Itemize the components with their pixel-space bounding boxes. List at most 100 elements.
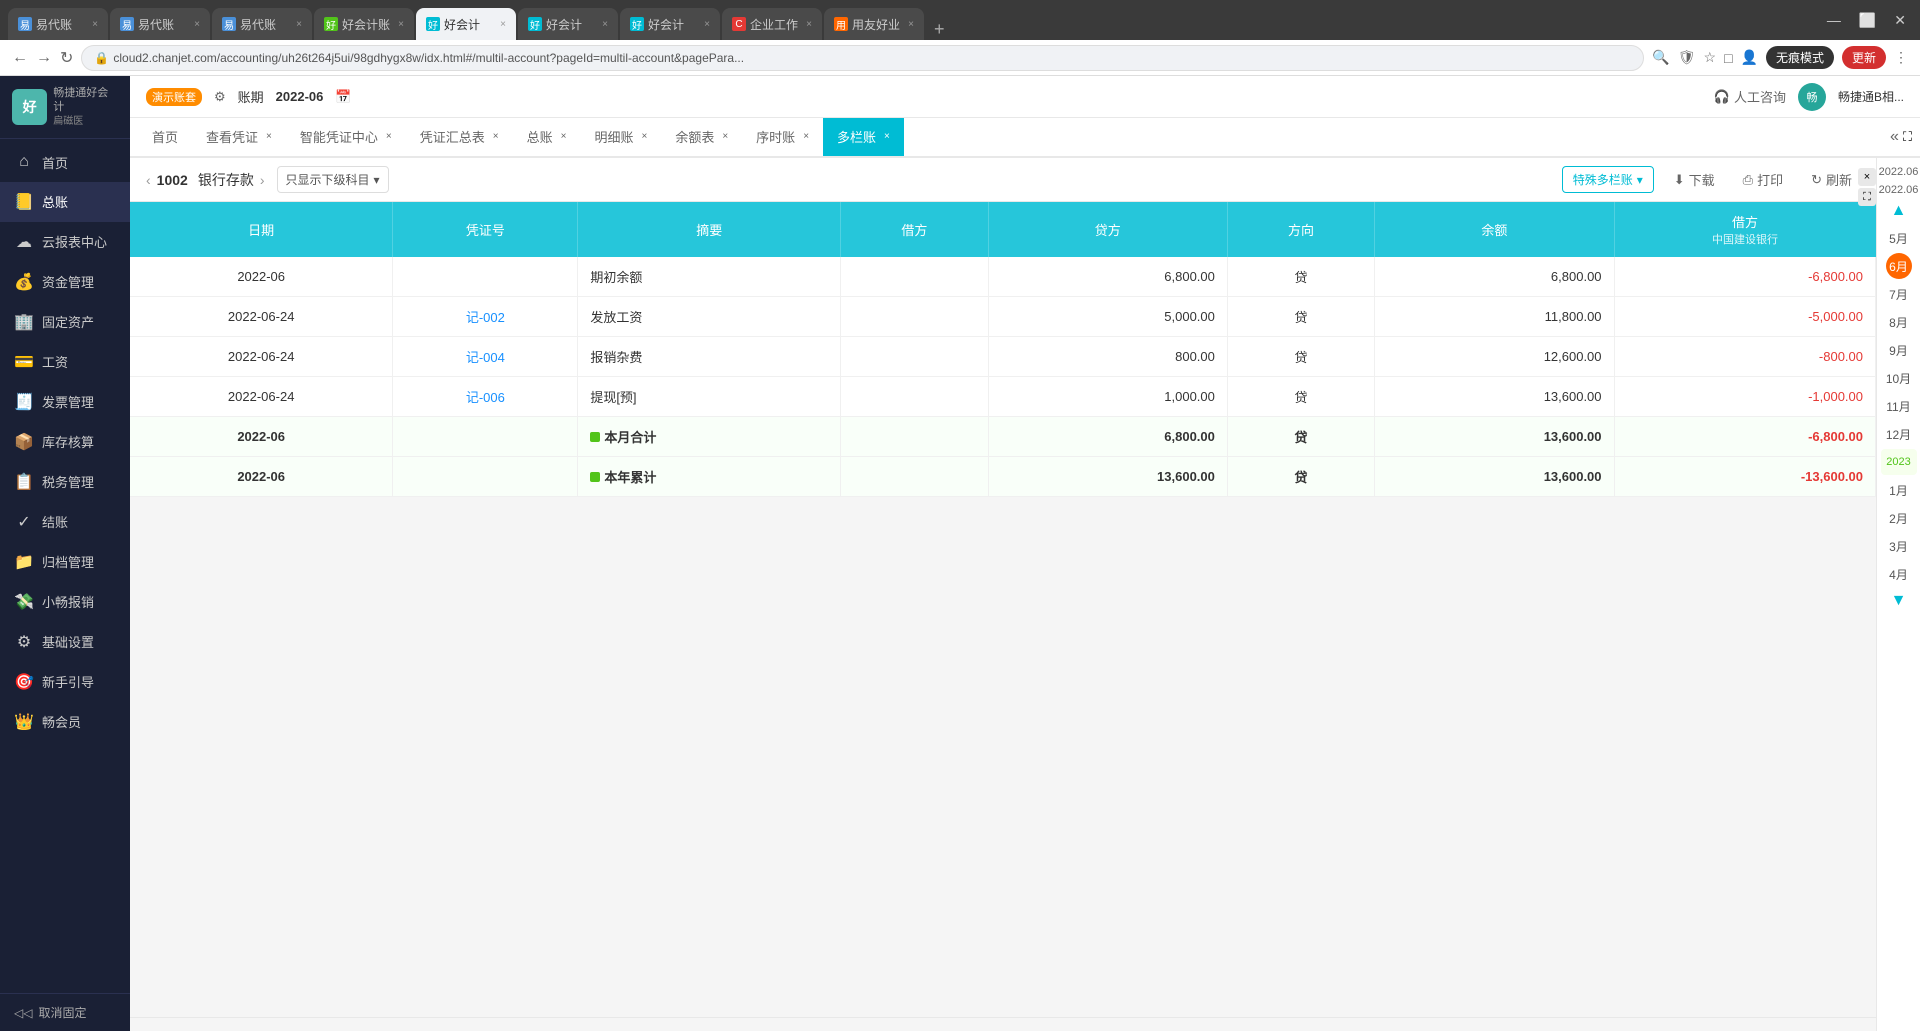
sidebar-item-home[interactable]: ⌂ 首页 <box>0 143 130 182</box>
tab-view-voucher-close[interactable]: × <box>266 131 272 142</box>
sidebar-item-member[interactable]: 👑 畅会员 <box>0 702 130 742</box>
browser-tab-4[interactable]: 好 好会计 × <box>416 8 516 40</box>
settings-gear-icon[interactable]: ⚙ <box>214 89 226 105</box>
tab-time-ledger-close[interactable]: × <box>803 131 809 142</box>
sidebar-item-ledger[interactable]: 📒 总账 <box>0 182 130 222</box>
month-item-10[interactable]: 10月 <box>1881 365 1917 391</box>
month-item-6[interactable]: 6月 <box>1886 253 1912 279</box>
sidebar-item-settings[interactable]: ⚙ 基础设置 <box>0 622 130 662</box>
tab-multi-column[interactable]: 多栏账 × <box>823 118 904 156</box>
star-icon[interactable]: ☆ <box>1704 49 1717 66</box>
month-item-2023-2[interactable]: 2月 <box>1881 505 1917 531</box>
url-bar[interactable]: 🔒 cloud2.chanjet.com/accounting/uh26t264… <box>81 45 1644 71</box>
browser-tab-2[interactable]: 易 易代账 × <box>212 8 312 40</box>
tab-detail-ledger-close[interactable]: × <box>641 131 647 142</box>
account-next-button[interactable]: › <box>260 172 265 188</box>
sidebar-item-tax[interactable]: 📋 税务管理 <box>0 462 130 502</box>
tab-close-7[interactable]: × <box>806 19 812 30</box>
tab-close-2[interactable]: × <box>296 19 302 30</box>
print-button[interactable]: ⎙ 打印 <box>1735 166 1791 193</box>
browser-tab-1[interactable]: 易 易代账 × <box>110 8 210 40</box>
calendar-icon[interactable]: 📅 <box>335 89 351 105</box>
tab-time-ledger[interactable]: 序时账 × <box>742 118 823 156</box>
browser-extension-icon[interactable]: □ <box>1724 50 1732 66</box>
reload-button[interactable]: ↻ <box>60 48 73 68</box>
browser-tab-8[interactable]: 用 用友好业 × <box>824 8 924 40</box>
settings-icon[interactable]: ⋮ <box>1894 49 1908 66</box>
shield-icon[interactable]: 🛡 <box>1678 49 1696 66</box>
cell-voucher-link[interactable]: 记-004 <box>393 337 578 377</box>
download-button[interactable]: ⬇ 下载 <box>1666 166 1723 193</box>
tab-home[interactable]: 首页 <box>138 118 192 156</box>
update-button[interactable]: 更新 <box>1842 46 1886 69</box>
special-multi-column-button[interactable]: 特殊多栏账 ▾ <box>1562 166 1654 193</box>
sidebar-item-invoice[interactable]: 🧾 发票管理 <box>0 382 130 422</box>
sub-account-filter[interactable]: 只显示下级科目 ▾ <box>277 166 389 193</box>
horizontal-scrollbar[interactable] <box>130 1017 1876 1031</box>
close-panel-button[interactable]: × <box>1858 168 1876 186</box>
month-item-7[interactable]: 7月 <box>1881 281 1917 307</box>
browser-tab-7[interactable]: C 企业工作 × <box>722 8 822 40</box>
sidebar-item-expense[interactable]: 💸 小畅报销 <box>0 582 130 622</box>
browser-tab-0[interactable]: 易 易代账 × <box>8 8 108 40</box>
month-item-2023-4[interactable]: 4月 <box>1881 561 1917 587</box>
help-button[interactable]: 🎧 人工咨询 <box>1714 87 1786 106</box>
user-profile-icon[interactable]: 👤 <box>1741 49 1758 66</box>
back-button[interactable]: ← <box>12 49 28 67</box>
tab-close-1[interactable]: × <box>194 19 200 30</box>
tab-close-6[interactable]: × <box>704 19 710 30</box>
search-icon[interactable]: 🔍 <box>1652 49 1669 66</box>
sidebar-item-assets[interactable]: 🏢 固定资产 <box>0 302 130 342</box>
month-item-5[interactable]: 5月 <box>1881 225 1917 251</box>
tab-balance-sheet-close[interactable]: × <box>722 131 728 142</box>
month-scroll-up-button[interactable]: ▲ <box>1887 198 1911 224</box>
refresh-button[interactable]: ↻ 刷新 <box>1803 166 1860 193</box>
tab-close-5[interactable]: × <box>602 19 608 30</box>
minimize-button[interactable]: — <box>1821 12 1847 28</box>
tab-close-8[interactable]: × <box>908 19 914 30</box>
month-item-11[interactable]: 11月 <box>1881 393 1917 419</box>
sidebar-item-guide[interactable]: 🎯 新手引导 <box>0 662 130 702</box>
month-item-9[interactable]: 9月 <box>1881 337 1917 363</box>
cell-voucher-link[interactable]: 记-006 <box>393 377 578 417</box>
sidebar-item-close[interactable]: ✓ 结账 <box>0 502 130 542</box>
tab-voucher-summary[interactable]: 凭证汇总表 × <box>406 118 513 156</box>
tab-smart-voucher-close[interactable]: × <box>386 131 392 142</box>
tab-close-0[interactable]: × <box>92 19 98 30</box>
tab-general-ledger[interactable]: 总账 × <box>513 118 581 156</box>
tab-close-4[interactable]: × <box>500 19 506 30</box>
cell-voucher-link[interactable]: 记-002 <box>393 297 578 337</box>
sidebar-item-payroll[interactable]: 💳 工资 <box>0 342 130 382</box>
wuhen-button[interactable]: 无痕模式 <box>1766 46 1834 69</box>
month-item-2023-3[interactable]: 3月 <box>1881 533 1917 559</box>
sidebar-item-inventory[interactable]: 📦 库存核算 <box>0 422 130 462</box>
browser-tab-5[interactable]: 好 好会计 × <box>518 8 618 40</box>
tab-detail-ledger[interactable]: 明细账 × <box>580 118 661 156</box>
sidebar-item-archive[interactable]: 📁 归档管理 <box>0 542 130 582</box>
month-item-12[interactable]: 12月 <box>1881 421 1917 447</box>
sidebar-item-cloud-report[interactable]: ☁ 云报表中心 <box>0 222 130 262</box>
tab-voucher-summary-close[interactable]: × <box>493 131 499 142</box>
user-avatar[interactable]: 畅 <box>1798 83 1826 111</box>
close-button[interactable]: ✕ <box>1888 12 1912 29</box>
tab-smart-voucher[interactable]: 智能凭证中心 × <box>286 118 406 156</box>
account-prev-button[interactable]: ‹ <box>146 172 151 188</box>
month-item-8[interactable]: 8月 <box>1881 309 1917 335</box>
tab-close-3[interactable]: × <box>398 19 404 30</box>
month-item-2023-1[interactable]: 1月 <box>1881 477 1917 503</box>
tab-nav-collapse-button[interactable]: « <box>1890 128 1899 146</box>
tab-balance-sheet[interactable]: 余额表 × <box>661 118 742 156</box>
tab-multi-column-close[interactable]: × <box>884 131 890 142</box>
sidebar-unpin-button[interactable]: ◁◁ 取消固定 <box>0 993 130 1031</box>
browser-tab-3[interactable]: 好 好会计账 × <box>314 8 414 40</box>
tab-general-ledger-close[interactable]: × <box>561 131 567 142</box>
forward-button[interactable]: → <box>36 49 52 67</box>
tab-expand-icon[interactable]: ⛶ <box>1903 129 1912 145</box>
month-scroll-down-button[interactable]: ▼ <box>1887 588 1911 614</box>
sidebar-item-fund[interactable]: 💰 资金管理 <box>0 262 130 302</box>
maximize-button[interactable]: ⬜ <box>1853 12 1882 29</box>
expand-panel-button[interactable]: ⛶ <box>1858 188 1876 206</box>
browser-tab-6[interactable]: 好 好会计 × <box>620 8 720 40</box>
tab-view-voucher[interactable]: 查看凭证 × <box>192 118 286 156</box>
new-tab-button[interactable]: + <box>926 19 953 40</box>
